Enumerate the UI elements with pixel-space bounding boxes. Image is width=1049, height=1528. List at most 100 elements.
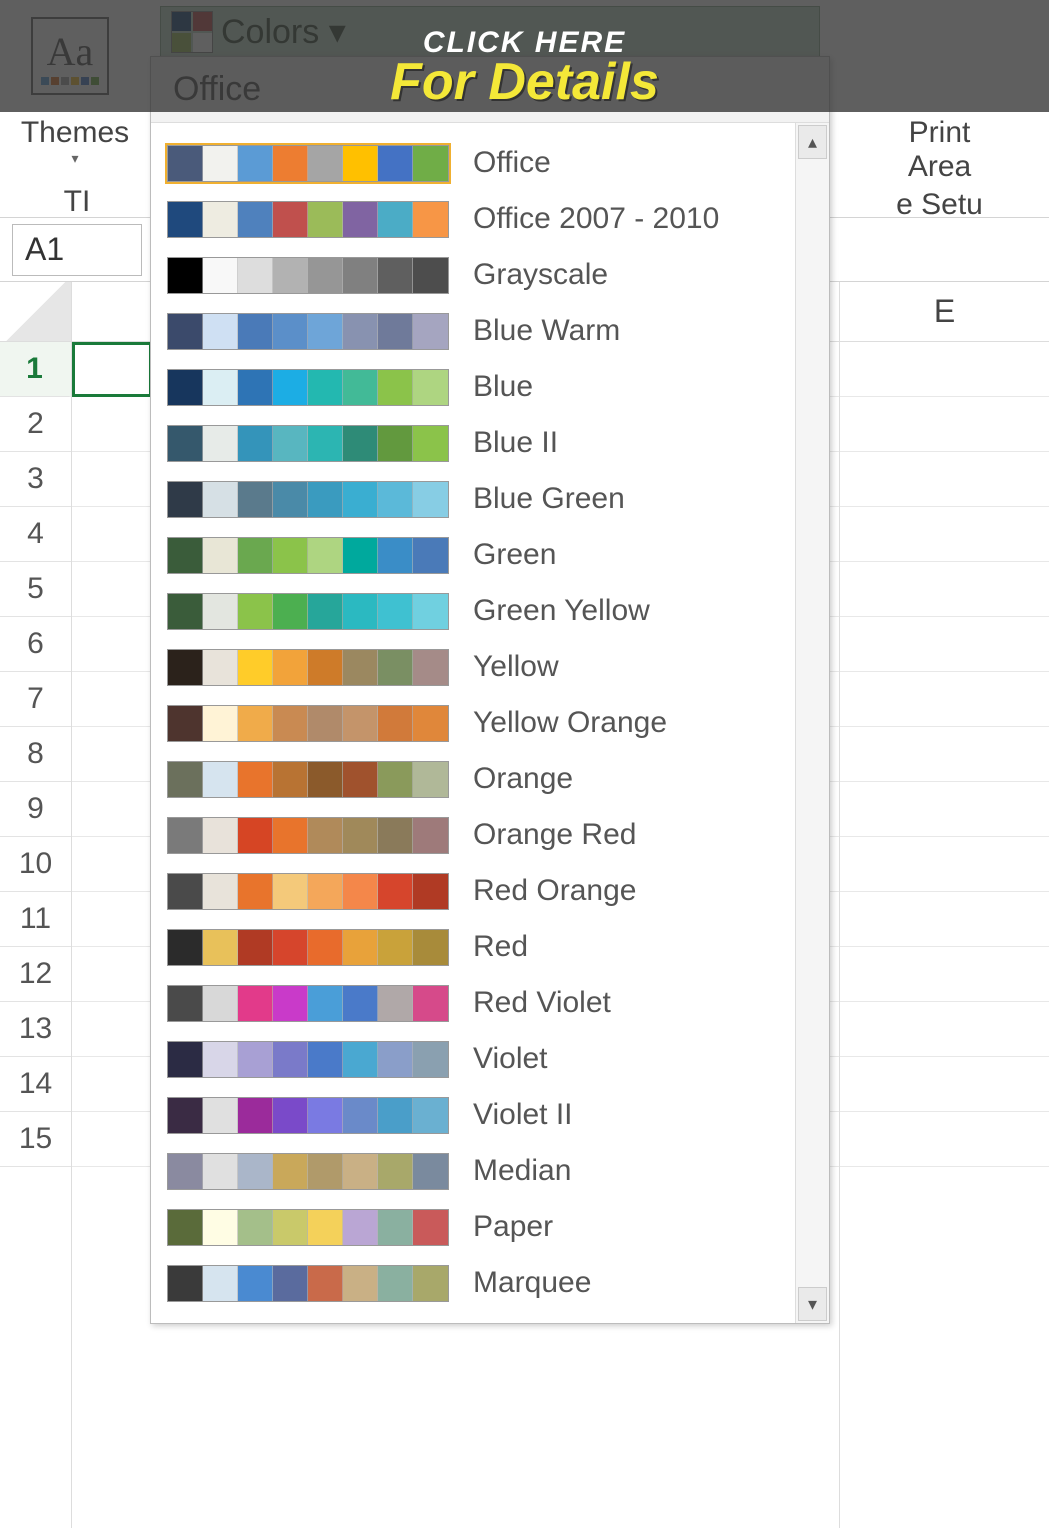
- themes-aa-glyph: Aa: [47, 28, 94, 75]
- scheme-label: Paper: [473, 1210, 553, 1244]
- scheme-swatches: [167, 705, 449, 742]
- scheme-label: Blue II: [473, 426, 558, 460]
- row-header[interactable]: 10: [0, 837, 71, 892]
- color-scheme-item[interactable]: Red Orange: [163, 863, 789, 919]
- color-scheme-item[interactable]: Median: [163, 1143, 789, 1199]
- truncated-label-ti: TI: [14, 185, 140, 219]
- scheme-label: Office 2007 - 2010: [473, 202, 719, 236]
- themes-dropdown-caret[interactable]: ▾: [10, 150, 140, 167]
- row-header[interactable]: 5: [0, 562, 71, 617]
- color-scheme-item[interactable]: Marquee: [163, 1255, 789, 1311]
- page-setup-group: Print Area e Setu: [830, 0, 1049, 217]
- scheme-label: Violet: [473, 1042, 548, 1076]
- scheme-swatches: [167, 649, 449, 686]
- color-scheme-item[interactable]: Yellow Orange: [163, 695, 789, 751]
- row-header[interactable]: 11: [0, 892, 71, 947]
- scheme-swatches: [167, 1153, 449, 1190]
- color-scheme-item[interactable]: Orange: [163, 751, 789, 807]
- selected-cell-a1[interactable]: [72, 342, 152, 397]
- color-scheme-item[interactable]: Blue II: [163, 415, 789, 471]
- scheme-swatches: [167, 537, 449, 574]
- scheme-swatches: [167, 761, 449, 798]
- scheme-label: Red Orange: [473, 874, 636, 908]
- scheme-swatches: [167, 425, 449, 462]
- scheme-label: Office: [473, 146, 551, 180]
- scheme-label: Yellow: [473, 650, 559, 684]
- color-scheme-item[interactable]: Violet: [163, 1031, 789, 1087]
- colors-icon: [171, 11, 213, 53]
- row-header[interactable]: 15: [0, 1112, 71, 1167]
- scheme-label: Marquee: [473, 1266, 591, 1300]
- color-scheme-item[interactable]: Green: [163, 527, 789, 583]
- scheme-swatches: [167, 985, 449, 1022]
- themes-group: Aa Themes ▾ TI: [0, 0, 150, 217]
- scheme-swatches: [167, 145, 449, 182]
- color-scheme-item[interactable]: Green Yellow: [163, 583, 789, 639]
- row-header[interactable]: 12: [0, 947, 71, 1002]
- name-box-value: A1: [25, 231, 64, 268]
- dropdown-section-header: Office: [151, 57, 829, 123]
- name-box[interactable]: A1: [12, 224, 142, 276]
- row-header[interactable]: 13: [0, 1002, 71, 1057]
- themes-label: Themes: [10, 116, 140, 150]
- color-scheme-item[interactable]: Paper: [163, 1199, 789, 1255]
- row-header[interactable]: 6: [0, 617, 71, 672]
- select-all-corner[interactable]: [0, 282, 71, 342]
- scroll-up-icon[interactable]: ▴: [798, 125, 827, 159]
- dropdown-scrollbar[interactable]: ▴ ▾: [795, 123, 829, 1323]
- scheme-swatches: [167, 593, 449, 630]
- setup-label-partial: e Setu: [840, 188, 1039, 222]
- scheme-label: Green: [473, 538, 556, 572]
- row-header[interactable]: 1: [0, 342, 71, 397]
- scheme-label: Green Yellow: [473, 594, 650, 628]
- color-scheme-item[interactable]: Violet II: [163, 1087, 789, 1143]
- scheme-label: Orange Red: [473, 818, 636, 852]
- color-scheme-item[interactable]: Blue: [163, 359, 789, 415]
- scheme-swatches: [167, 257, 449, 294]
- color-scheme-item[interactable]: Yellow: [163, 639, 789, 695]
- scheme-label: Red Violet: [473, 986, 611, 1020]
- scheme-label: Grayscale: [473, 258, 608, 292]
- scheme-swatches: [167, 369, 449, 406]
- scheme-swatches: [167, 873, 449, 910]
- color-scheme-item[interactable]: Office 2007 - 2010: [163, 191, 789, 247]
- row-header[interactable]: 4: [0, 507, 71, 562]
- scroll-down-icon[interactable]: ▾: [798, 1287, 827, 1321]
- row-header[interactable]: 3: [0, 452, 71, 507]
- scheme-swatches: [167, 481, 449, 518]
- colors-dropdown-panel: Office Office Office 2007 - 2010 Grayscale…: [150, 56, 830, 1324]
- print-label: Print: [840, 116, 1039, 150]
- scheme-swatches: [167, 201, 449, 238]
- color-scheme-list: Office Office 2007 - 2010 Grayscale Blue Wa…: [151, 123, 795, 1323]
- color-scheme-item[interactable]: Red Violet: [163, 975, 789, 1031]
- scheme-label: Red: [473, 930, 528, 964]
- scheme-label: Median: [473, 1154, 571, 1188]
- row-header[interactable]: 14: [0, 1057, 71, 1112]
- col-header-e[interactable]: E: [840, 282, 1049, 342]
- colors-label: Colors ▾: [221, 12, 346, 52]
- colors-button[interactable]: Colors ▾: [160, 6, 820, 58]
- scheme-swatches: [167, 1265, 449, 1302]
- color-scheme-item[interactable]: Grayscale: [163, 247, 789, 303]
- row-headers: 123456789101112131415: [0, 282, 72, 1528]
- color-scheme-item[interactable]: Orange Red: [163, 807, 789, 863]
- themes-button[interactable]: Aa: [10, 6, 130, 106]
- scheme-swatches: [167, 1041, 449, 1078]
- scheme-swatches: [167, 817, 449, 854]
- row-header[interactable]: 8: [0, 727, 71, 782]
- scheme-label: Yellow Orange: [473, 706, 667, 740]
- row-header[interactable]: 7: [0, 672, 71, 727]
- color-scheme-item[interactable]: Blue Warm: [163, 303, 789, 359]
- color-scheme-item[interactable]: Blue Green: [163, 471, 789, 527]
- area-label: Area: [840, 150, 1039, 184]
- scheme-label: Blue Green: [473, 482, 625, 516]
- scheme-label: Blue: [473, 370, 533, 404]
- color-scheme-item[interactable]: Red: [163, 919, 789, 975]
- row-header[interactable]: 2: [0, 397, 71, 452]
- scheme-swatches: [167, 929, 449, 966]
- scheme-label: Blue Warm: [473, 314, 620, 348]
- color-scheme-item[interactable]: Office: [163, 135, 789, 191]
- scheme-swatches: [167, 1209, 449, 1246]
- row-header[interactable]: 9: [0, 782, 71, 837]
- themes-icon: Aa: [31, 17, 109, 95]
